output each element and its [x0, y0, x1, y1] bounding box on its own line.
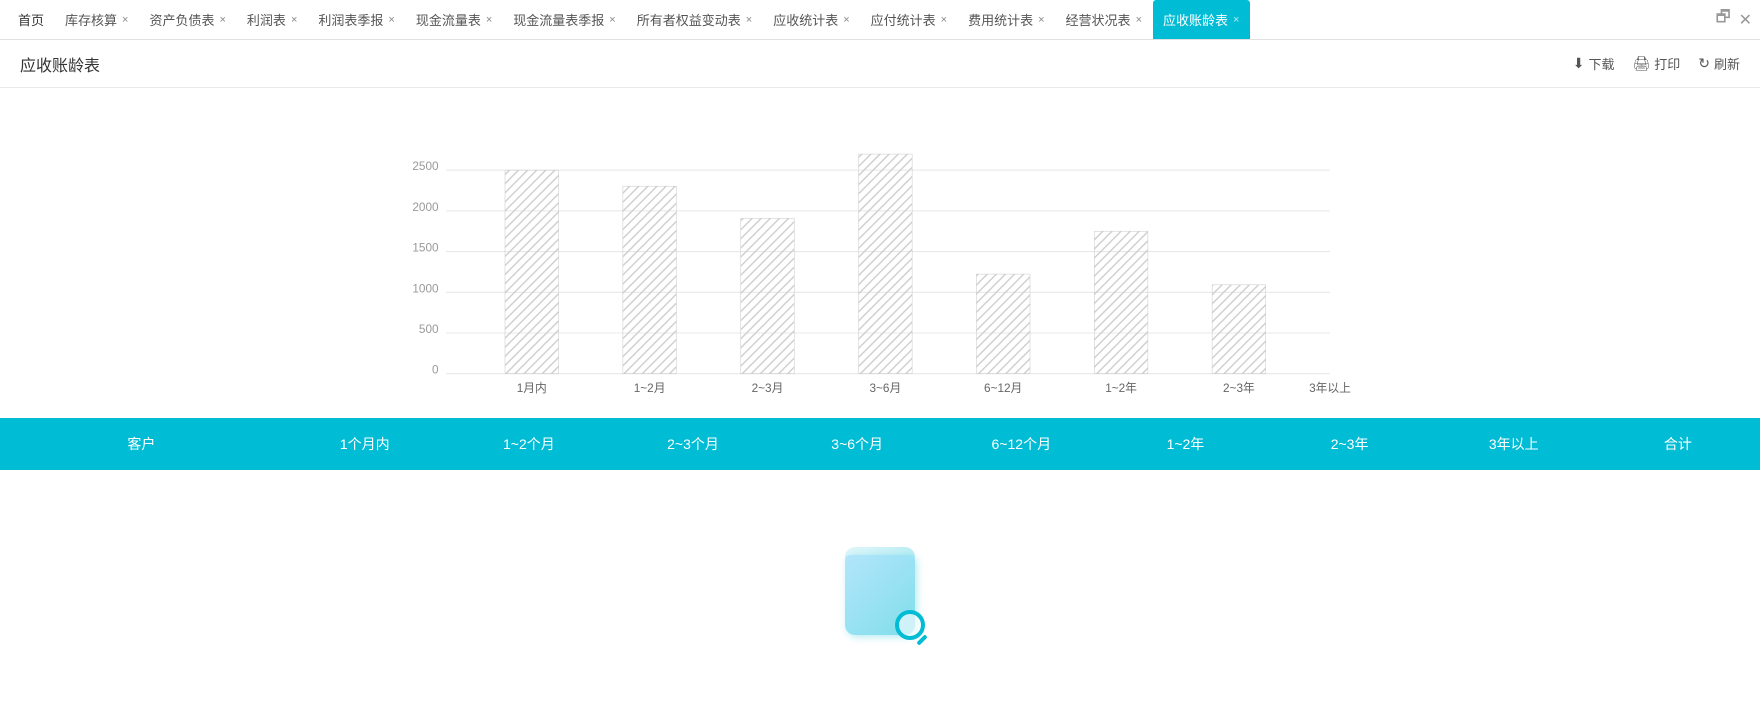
th-2-3month: 2~3个月: [611, 434, 775, 454]
page-header: 应收账龄表 ⬇ 下载 🖨 打印 ↻ 刷新: [0, 40, 1760, 88]
svg-text:1~2年: 1~2年: [1105, 381, 1137, 395]
svg-text:3~6月: 3~6月: [869, 382, 901, 395]
th-6-12month: 6~12个月: [939, 434, 1103, 454]
th-customer: 客户: [0, 434, 283, 454]
svg-text:1500: 1500: [412, 242, 439, 255]
chart-area: 0 500 1000 1500 2000 2500: [0, 88, 1760, 418]
close-icon[interactable]: ×: [1136, 14, 1142, 26]
th-total: 合计: [1596, 434, 1760, 454]
svg-text:2000: 2000: [412, 201, 439, 214]
tab-cashflow[interactable]: 现金流量表 ×: [406, 0, 503, 40]
tab-payable-stat[interactable]: 应付统计表 ×: [861, 0, 958, 40]
tab-aging[interactable]: 应收账龄表 ×: [1153, 0, 1250, 40]
download-icon: ⬇: [1573, 55, 1585, 72]
close-button[interactable]: ✕: [1739, 10, 1752, 30]
close-icon[interactable]: ×: [941, 14, 947, 26]
tab-equity[interactable]: 所有者权益变动表 ×: [627, 0, 763, 40]
th-3-6month: 3~6个月: [775, 434, 939, 454]
table-header: 客户 1个月内 1~2个月 2~3个月 3~6个月 6~12个月 1~2年 2~…: [0, 418, 1760, 470]
main-content: 0 500 1000 1500 2000 2500: [0, 88, 1760, 720]
th-1-2year: 1~2年: [1103, 434, 1267, 454]
bar-chart: 0 500 1000 1500 2000 2500: [30, 108, 1730, 408]
tab-profit-quarterly[interactable]: 利润表季报 ×: [308, 0, 405, 40]
print-icon: 🖨: [1632, 55, 1650, 72]
tab-operation[interactable]: 经营状况表 ×: [1056, 0, 1153, 40]
close-icon[interactable]: ×: [486, 14, 492, 26]
tab-balance-sheet[interactable]: 资产负债表 ×: [139, 0, 236, 40]
th-3plus-year: 3年以上: [1432, 434, 1596, 454]
magnifier-icon: [895, 610, 925, 640]
tab-home[interactable]: 首页: [8, 0, 55, 40]
header-actions: ⬇ 下载 🖨 打印 ↻ 刷新: [1573, 54, 1740, 73]
svg-text:6~12月: 6~12月: [984, 382, 1022, 395]
page-title: 应收账龄表: [20, 52, 100, 76]
svg-text:3年以上: 3年以上: [1309, 381, 1351, 395]
svg-text:2~3年: 2~3年: [1223, 381, 1255, 395]
th-1month: 1个月内: [283, 434, 447, 454]
svg-text:1000: 1000: [412, 282, 439, 295]
svg-text:2~3月: 2~3月: [752, 382, 784, 395]
empty-illustration: [830, 545, 930, 645]
svg-text:1月内: 1月内: [517, 381, 547, 395]
print-button[interactable]: 🖨 打印: [1632, 54, 1680, 73]
tab-expense-stat[interactable]: 费用统计表 ×: [958, 0, 1055, 40]
empty-state: [0, 470, 1760, 720]
tab-profit[interactable]: 利润表 ×: [237, 0, 308, 40]
window-controls: 🗗 ✕: [1706, 6, 1752, 33]
th-1-2month: 1~2个月: [447, 434, 611, 454]
close-icon[interactable]: ×: [219, 14, 225, 26]
svg-text:2500: 2500: [412, 160, 439, 173]
download-button[interactable]: ⬇ 下载: [1573, 54, 1615, 73]
close-icon[interactable]: ×: [388, 14, 394, 26]
svg-text:1~2月: 1~2月: [634, 382, 666, 395]
close-icon[interactable]: ×: [843, 14, 849, 26]
tab-inventory[interactable]: 库存核算 ×: [55, 0, 139, 40]
close-icon[interactable]: ×: [609, 14, 615, 26]
close-icon[interactable]: ×: [122, 14, 128, 26]
tab-cashflow-quarterly[interactable]: 现金流量表季报 ×: [503, 0, 626, 40]
chart-container: 0 500 1000 1500 2000 2500: [30, 108, 1730, 408]
close-icon[interactable]: ×: [1233, 14, 1239, 26]
tab-receivable-stat[interactable]: 应收统计表 ×: [763, 0, 860, 40]
close-icon[interactable]: ×: [291, 14, 297, 26]
restore-button[interactable]: 🗗: [1716, 6, 1731, 33]
th-2-3year: 2~3年: [1268, 434, 1432, 454]
refresh-icon: ↻: [1698, 55, 1710, 72]
refresh-button[interactable]: ↻ 刷新: [1698, 54, 1740, 73]
svg-text:0: 0: [432, 364, 439, 377]
close-icon[interactable]: ×: [1038, 14, 1044, 26]
svg-text:500: 500: [419, 323, 439, 336]
tab-bar: 首页 库存核算 × 资产负债表 × 利润表 × 利润表季报 × 现金流量表 × …: [0, 0, 1760, 40]
close-icon[interactable]: ×: [746, 14, 752, 26]
